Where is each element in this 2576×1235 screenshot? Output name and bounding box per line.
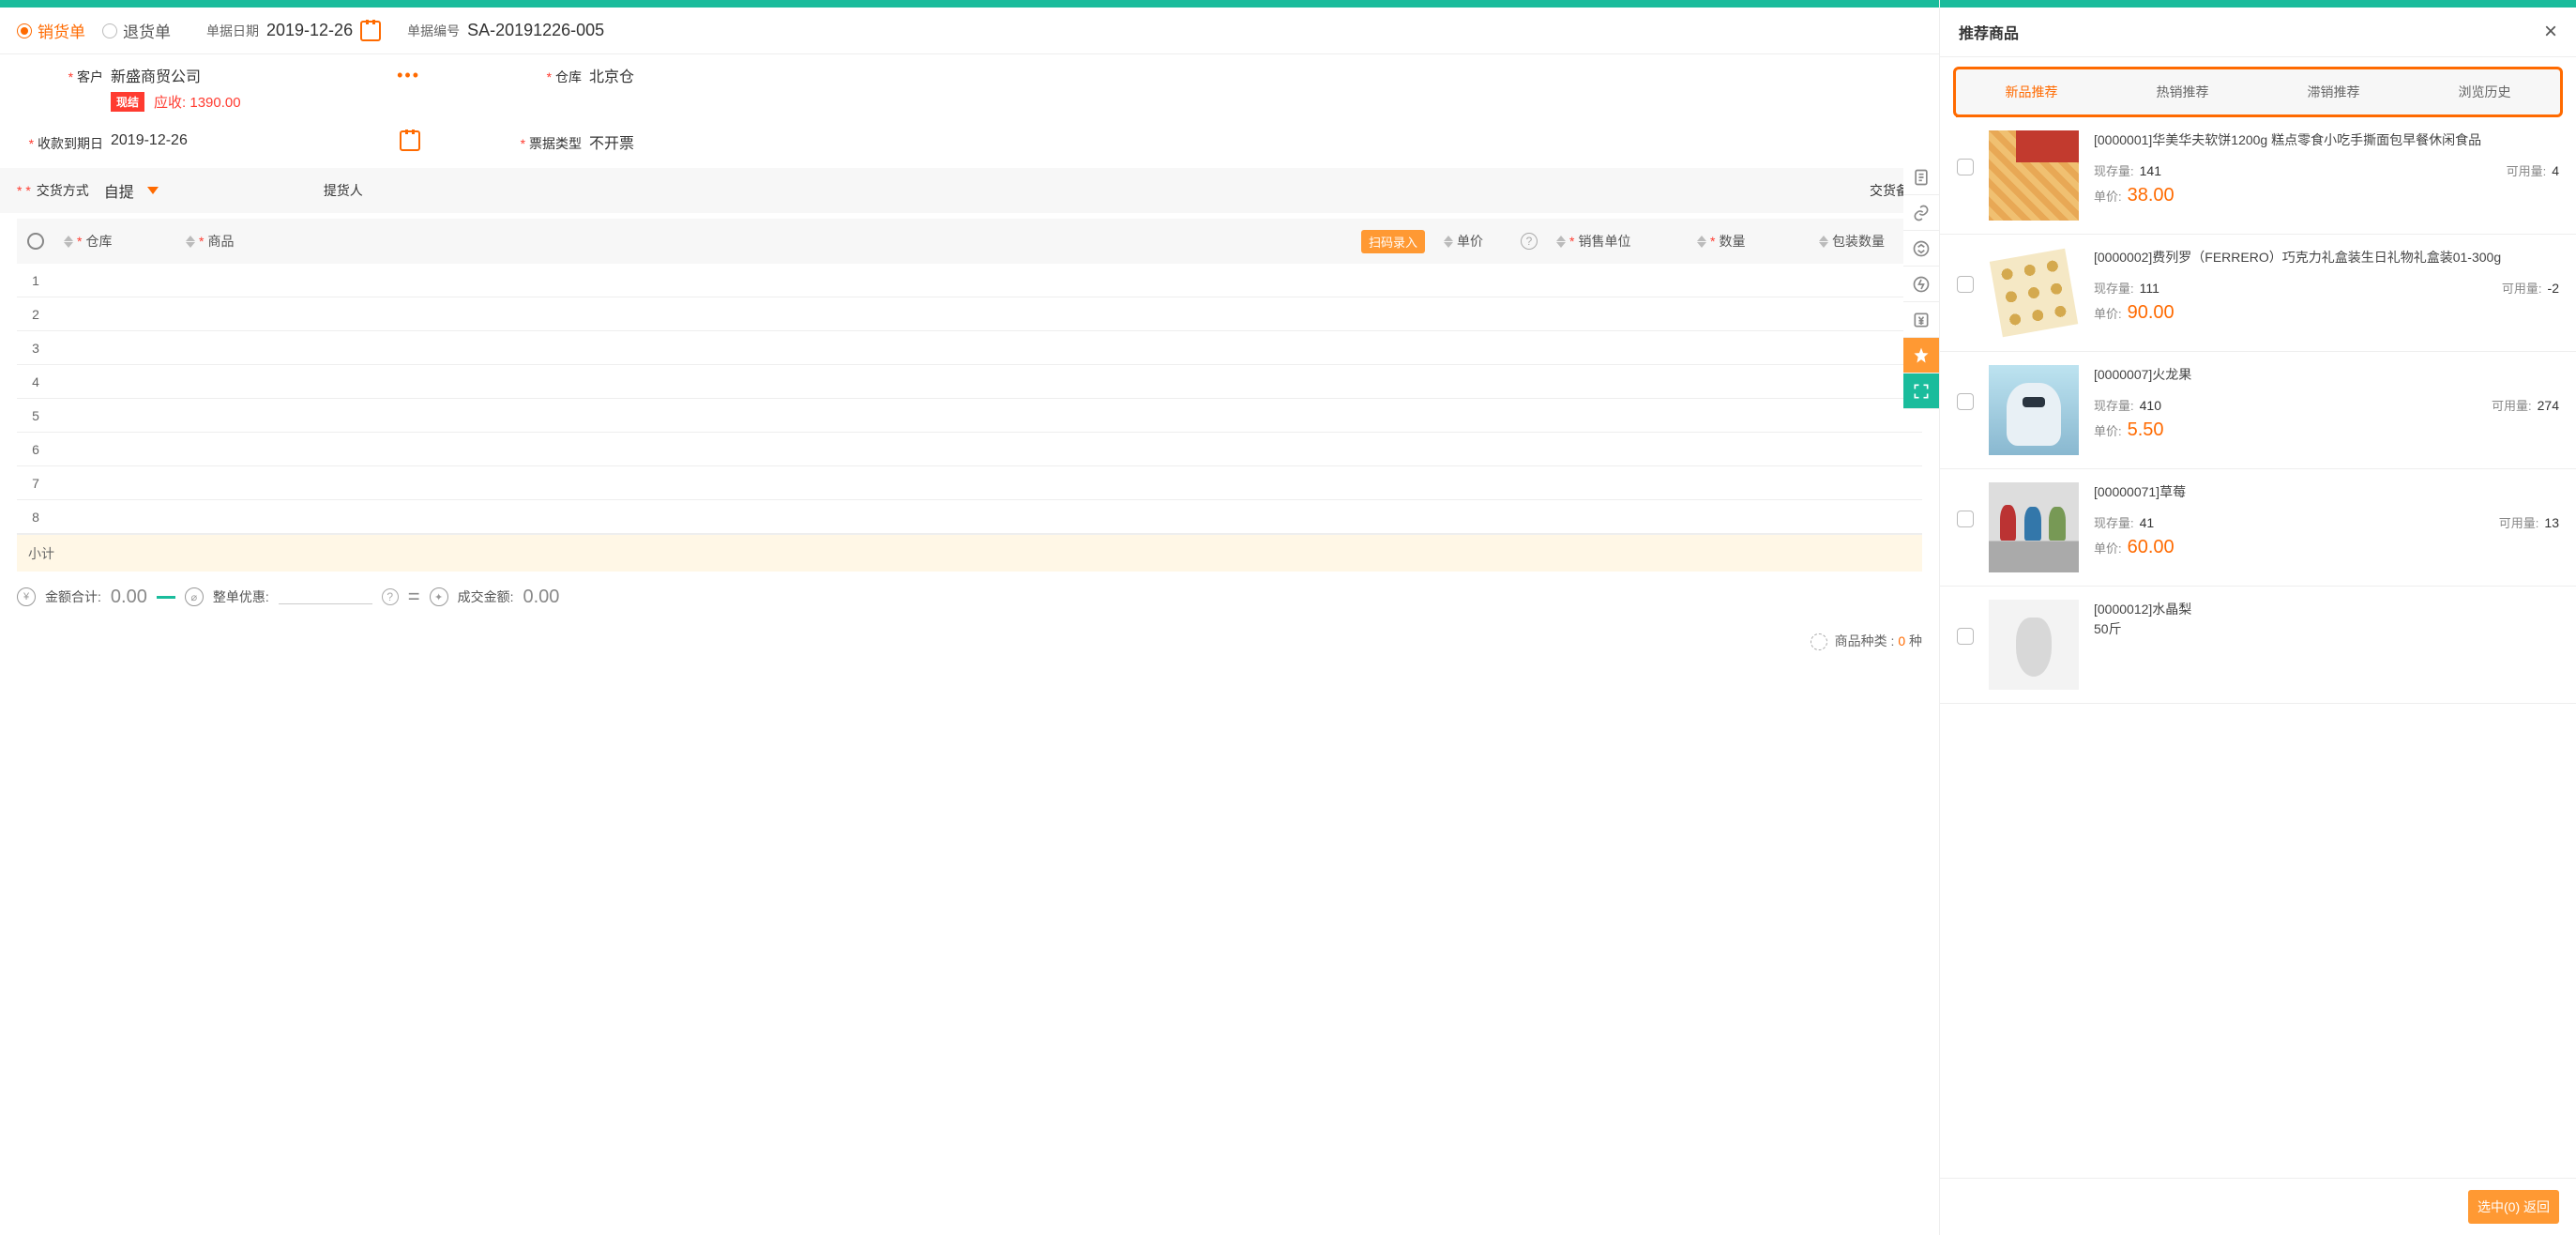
deal-icon: ✦	[430, 587, 448, 606]
th-qty[interactable]: *数量	[1688, 232, 1810, 251]
product-item: [0000012]水晶梨50斤	[1940, 587, 2576, 704]
kinds-icon	[1811, 633, 1827, 650]
rail-expand-icon[interactable]	[1903, 374, 1939, 409]
product-name: [0000012]水晶梨50斤	[2094, 600, 2559, 639]
equals-icon: =	[408, 585, 420, 609]
product-checkbox[interactable]	[1957, 276, 1974, 293]
close-icon[interactable]: ×	[2544, 21, 2557, 43]
subtotal-row: 小计	[17, 534, 1922, 572]
radio-icon	[17, 23, 32, 38]
customer-label: 客户	[17, 64, 111, 86]
invoice-label: 票据类型	[495, 130, 589, 153]
th-warehouse[interactable]: *仓库	[54, 232, 176, 251]
product-thumbnail	[1989, 482, 2079, 572]
product-thumbnail	[1990, 249, 2079, 338]
calendar-icon[interactable]	[400, 130, 420, 151]
kinds-label: 商品种类 :	[1835, 633, 1895, 648]
pay-due-value[interactable]: 2019-12-26	[111, 132, 188, 149]
doc-date-value[interactable]: 2019-12-26	[266, 21, 353, 40]
table-row[interactable]: 1	[17, 264, 1922, 297]
rail-currency-icon[interactable]	[1903, 302, 1939, 338]
recommend-tab[interactable]: 热销推荐	[2107, 69, 2258, 114]
customer-value[interactable]: 新盛商贸公司	[111, 64, 201, 86]
info-icon[interactable]: ?	[382, 588, 399, 605]
doc-no-value: SA-20191226-005	[467, 21, 604, 40]
picker-input[interactable]	[378, 182, 566, 200]
table-row[interactable]: 2	[17, 297, 1922, 331]
doc-date-label: 单据日期	[206, 22, 259, 40]
product-checkbox[interactable]	[1957, 159, 1974, 175]
picker-label: 提货人	[324, 181, 363, 200]
recommend-tab[interactable]: 浏览历史	[2409, 69, 2560, 114]
recommend-tab[interactable]: 新品推荐	[1956, 69, 2107, 114]
gear-icon	[27, 233, 44, 250]
calendar-icon[interactable]	[360, 21, 381, 41]
table-row[interactable]: 3	[17, 331, 1922, 365]
product-thumbnail	[1989, 365, 2079, 455]
product-name: [00000071]草莓	[2094, 482, 2559, 502]
table-row[interactable]: 6	[17, 433, 1922, 466]
table-settings-button[interactable]	[17, 233, 54, 250]
customer-picker-icon[interactable]: •••	[397, 66, 420, 85]
chevron-down-icon[interactable]	[147, 187, 159, 194]
tab-return-label: 退货单	[123, 19, 171, 42]
info-icon[interactable]: ?	[1521, 233, 1538, 250]
delivery-value[interactable]: 自提	[104, 179, 134, 202]
product-name: [0000007]火龙果	[2094, 365, 2559, 385]
rail-link-icon[interactable]	[1903, 195, 1939, 231]
product-name: [0000002]费列罗（FERRERO）巧克力礼盒装生日礼物礼盒装01-300…	[2094, 248, 2559, 267]
pay-due-label: 收款到期日	[17, 130, 111, 153]
delivery-label: 交货方式	[37, 181, 89, 200]
table-row[interactable]: 4	[17, 365, 1922, 399]
product-item: [0000001]华美华夫软饼1200g 糕点零食小吃手撕面包早餐休闲食品现存量…	[1940, 117, 2576, 235]
sum-value: 0.00	[111, 587, 147, 608]
table-row[interactable]: 7	[17, 466, 1922, 500]
radio-icon	[102, 23, 117, 38]
discount-input[interactable]	[279, 589, 372, 604]
product-name: [0000001]华美华夫软饼1200g 糕点零食小吃手撕面包早餐休闲食品	[2094, 130, 2559, 150]
table-row[interactable]: 5	[17, 399, 1922, 433]
sum-label: 金额合计:	[45, 587, 101, 606]
tab-sales-label: 销货单	[38, 19, 85, 42]
tab-return-order[interactable]: 退货单	[102, 19, 171, 42]
product-thumbnail	[1989, 130, 2079, 221]
invoice-value[interactable]: 不开票	[589, 130, 899, 153]
kinds-value: 0	[1898, 633, 1905, 648]
right-panel-title: 推荐商品	[1959, 21, 2019, 43]
th-unit[interactable]: *销售单位	[1547, 232, 1688, 251]
recommend-tab[interactable]: 滞销推荐	[2258, 69, 2409, 114]
rail-star-icon[interactable]	[1903, 338, 1939, 374]
rail-swap-icon[interactable]	[1903, 231, 1939, 267]
warehouse-value[interactable]: 北京仓	[589, 64, 899, 86]
th-product[interactable]: *商品扫码录入	[176, 230, 1434, 253]
table-row[interactable]: 8	[17, 500, 1922, 534]
rail-discount-icon[interactable]	[1903, 267, 1939, 302]
deal-label: 成交金额:	[458, 587, 514, 606]
product-checkbox[interactable]	[1957, 393, 1974, 410]
product-checkbox[interactable]	[1957, 628, 1974, 645]
doc-no-label: 单据编号	[407, 22, 460, 40]
product-item: [0000002]费列罗（FERRERO）巧克力礼盒装生日礼物礼盒装01-300…	[1940, 235, 2576, 352]
rail-note-icon[interactable]	[1903, 160, 1939, 195]
settle-badge: 现结	[111, 92, 144, 112]
product-checkbox[interactable]	[1957, 511, 1974, 527]
th-price[interactable]: 单价?	[1434, 232, 1547, 251]
product-item: [00000071]草莓现存量:41可用量:13单价:60.00	[1940, 469, 2576, 587]
tab-sales-order[interactable]: 销货单	[17, 19, 85, 42]
discount-label: 整单优惠:	[213, 587, 269, 606]
scan-input-button[interactable]: 扫码录入	[1361, 230, 1425, 253]
kinds-suffix: 种	[1909, 633, 1922, 648]
minus-icon	[157, 596, 175, 599]
deal-value: 0.00	[523, 587, 559, 608]
amount-due: 应收: 1390.00	[154, 92, 241, 112]
product-item: [0000007]火龙果现存量:410可用量:274单价:5.50	[1940, 352, 2576, 469]
currency-icon: ¥	[17, 587, 36, 606]
product-thumbnail	[1989, 600, 2079, 690]
selected-return-button[interactable]: 选中(0) 返回	[2468, 1190, 2559, 1224]
discount-icon: ⌀	[185, 587, 204, 606]
warehouse-label: 仓库	[495, 64, 589, 86]
